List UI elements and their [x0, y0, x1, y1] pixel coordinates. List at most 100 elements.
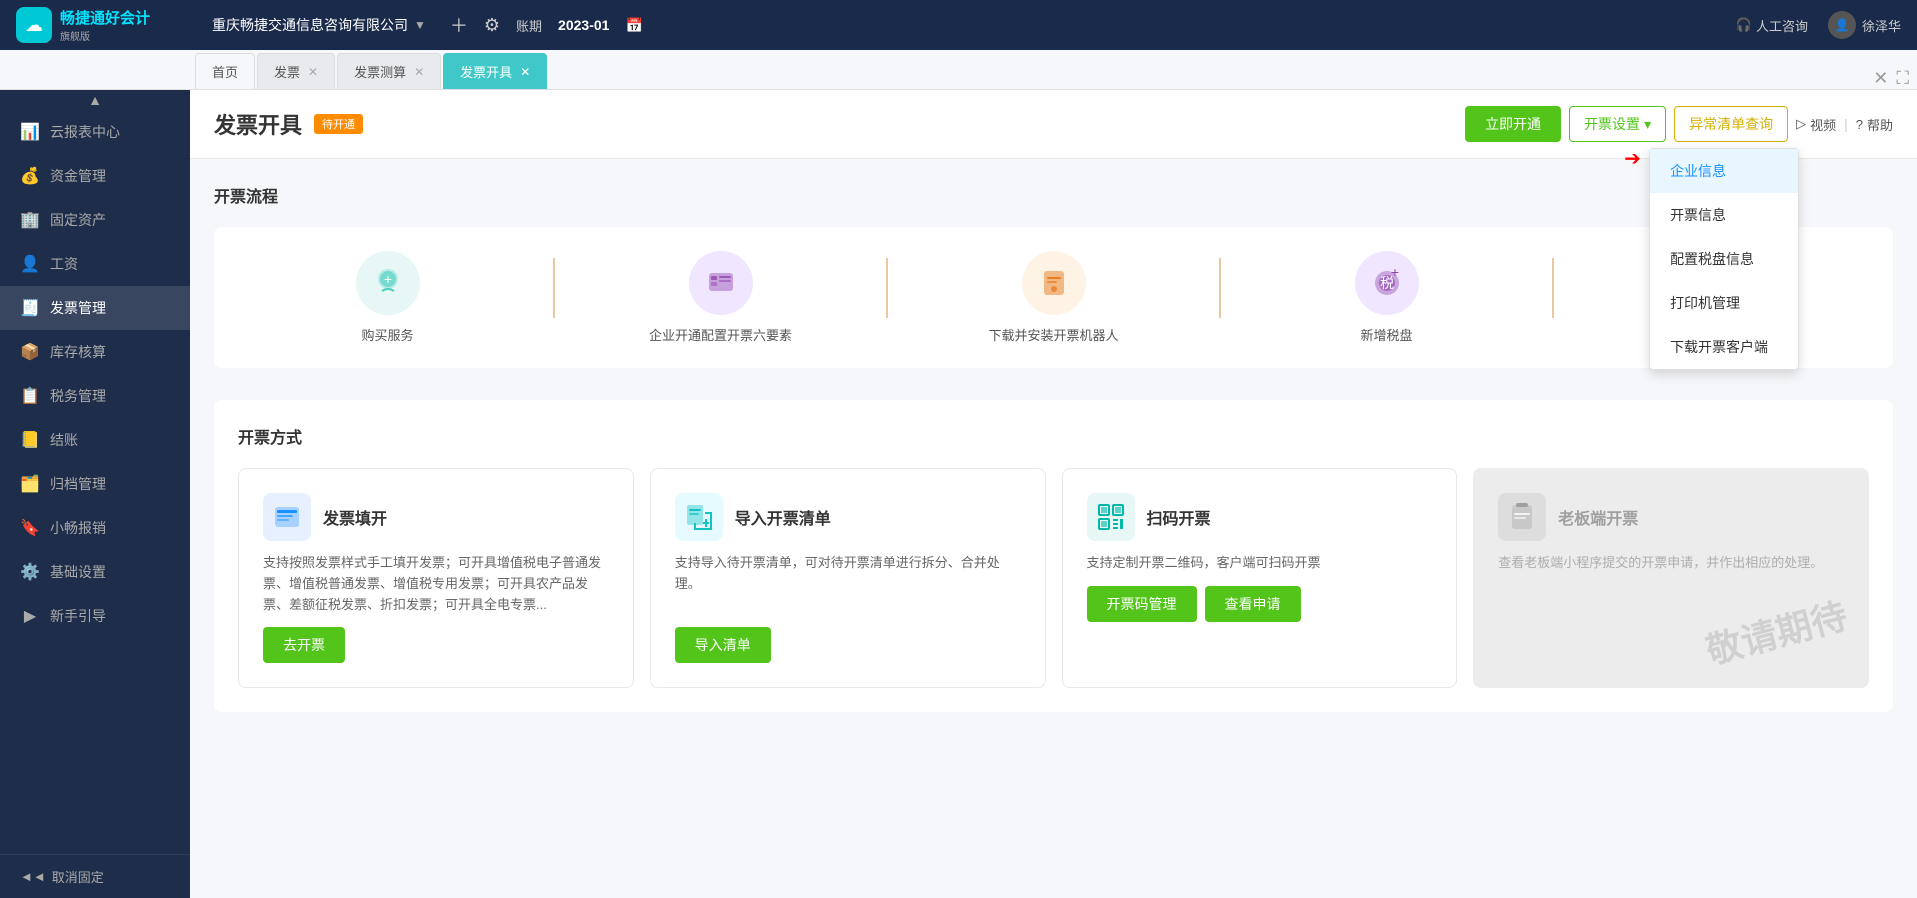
method-card-boss: 老板端开票 查看老板端小程序提交的开票申请，并作出相应的处理。 敬请期待: [1473, 468, 1869, 688]
disk-step-icon: 税 +: [1355, 251, 1419, 315]
add-icon[interactable]: ＋: [450, 12, 468, 38]
import-list-button[interactable]: 导入清单: [675, 627, 771, 663]
cancel-pin-button[interactable]: ◄◄ 取消固定: [0, 855, 190, 898]
method-card-import: 导入开票清单 支持导入待开票清单，可对待开票清单进行拆分、合并处理。 导入清单: [650, 468, 1046, 688]
buy-step-icon: +: [356, 251, 420, 315]
menu-item-company-info[interactable]: 企业信息: [1650, 149, 1798, 193]
page-header: 发票开具 待开通 立即开通 开票设置 ▾ 企业信息 开票信息 配置税盘信息 打印…: [190, 90, 1917, 159]
window-controls: ✕ ⛶: [1873, 68, 1917, 89]
question-icon: ?: [1856, 117, 1863, 132]
activate-button[interactable]: 立即开通: [1465, 106, 1561, 142]
page-title-area: 发票开具 待开通: [214, 108, 363, 156]
payroll-icon: 👤: [20, 254, 40, 274]
accounting-icon: 📒: [20, 430, 40, 450]
method-card-scan-header: 扫码开票: [1087, 493, 1433, 541]
svg-text:+: +: [383, 271, 391, 287]
service-button[interactable]: 🎧 人工咨询: [1736, 16, 1808, 35]
invoice-settings-button[interactable]: 开票设置 ▾: [1569, 106, 1666, 142]
close-window-button[interactable]: ✕: [1873, 68, 1888, 89]
method-card-boss-header: 老板端开票: [1498, 493, 1844, 541]
fill-method-icon: [263, 493, 311, 541]
step-divider-4: [1552, 258, 1554, 318]
main-layout: ▲ 📊 云报表中心 💰 资金管理 🏢 固定资产 👤 工资 🧾 发票管理 📦 库存…: [0, 90, 1917, 898]
expense-icon: 🔖: [20, 518, 40, 538]
tab-bar: 首页 发票 ✕ 发票测算 ✕ 发票开具 ✕ ✕ ⛶: [0, 50, 1917, 90]
sidebar-item-expense[interactable]: 🔖 小畅报销: [0, 506, 190, 550]
calendar-icon[interactable]: 📅: [625, 17, 642, 34]
tab-invoice-calc[interactable]: 发票测算 ✕: [337, 53, 441, 89]
company-selector[interactable]: 重庆畅捷交通信息咨询有限公司 ▼: [212, 15, 426, 35]
status-badge: 待开通: [314, 114, 363, 134]
sidebar-item-funds[interactable]: 💰 资金管理: [0, 154, 190, 198]
settings-dropdown-menu: 企业信息 开票信息 配置税盘信息 打印机管理 下载开票客户端: [1649, 148, 1799, 370]
user-info[interactable]: 👤 徐泽华: [1828, 11, 1901, 39]
sidebar-item-accounting[interactable]: 📒 结账: [0, 418, 190, 462]
right-actions: 🎧 人工咨询 👤 徐泽华: [1736, 11, 1901, 39]
close-tab-invoice[interactable]: ✕: [308, 65, 318, 79]
sidebar-scroll-up[interactable]: ▲: [0, 90, 190, 110]
svg-text:+: +: [1390, 264, 1398, 280]
step-divider-2: [886, 258, 888, 318]
process-section-title: 开票流程: [214, 183, 1893, 207]
red-arrow-icon: ➔: [1624, 146, 1641, 171]
method-card-fill-header: 发票填开: [263, 493, 609, 541]
config-step-icon: [689, 251, 753, 315]
dropdown-arrow-icon: ▼: [414, 18, 426, 32]
play-icon: ▷: [1796, 116, 1806, 132]
assets-icon: 🏢: [20, 210, 40, 230]
scan-buttons: 开票码管理 查看申请: [1087, 586, 1433, 622]
reports-icon: 📊: [20, 122, 40, 142]
divider: |: [1844, 116, 1848, 132]
sidebar-item-archive[interactable]: 🗂️ 归档管理: [0, 462, 190, 506]
video-button[interactable]: ▷ 视频: [1796, 115, 1836, 134]
content-area: 发票开具 待开通 立即开通 开票设置 ▾ 企业信息 开票信息 配置税盘信息 打印…: [190, 90, 1917, 898]
top-bar: ☁ 畅捷通好会计 旗舰版 重庆畅捷交通信息咨询有限公司 ▼ ＋ ⚙ 账期 202…: [0, 0, 1917, 50]
sidebar-item-tax[interactable]: 📋 税务管理: [0, 374, 190, 418]
download-step-icon: [1022, 251, 1086, 315]
process-step-download: 下载并安装开票机器人: [904, 251, 1203, 344]
step-divider-1: [553, 258, 555, 318]
period-value: 2023-01: [558, 17, 609, 33]
view-apply-button[interactable]: 查看申请: [1205, 586, 1301, 622]
tab-invoice[interactable]: 发票 ✕: [257, 53, 335, 89]
sidebar-item-reports[interactable]: 📊 云报表中心: [0, 110, 190, 154]
page-title: 发票开具: [214, 108, 302, 140]
sidebar-item-assets[interactable]: 🏢 固定资产: [0, 198, 190, 242]
close-tab-calc[interactable]: ✕: [414, 65, 424, 79]
exception-list-button[interactable]: 异常清单查询: [1674, 106, 1788, 142]
avatar: 👤: [1828, 11, 1856, 39]
tab-home[interactable]: 首页: [195, 53, 255, 89]
sidebar-bottom: ◄◄ 取消固定: [0, 854, 190, 898]
sidebar-item-guide[interactable]: ▶ 新手引导: [0, 594, 190, 638]
tab-invoice-issue[interactable]: 发票开具 ✕: [443, 53, 547, 89]
menu-item-tax-disk[interactable]: 配置税盘信息: [1650, 237, 1798, 281]
method-card-fill: 发票填开 支持按照发票样式手工填开发票；可开具增值税电子普通发票、增值税普通发票…: [238, 468, 634, 688]
sidebar-item-payroll[interactable]: 👤 工资: [0, 242, 190, 286]
help-button[interactable]: ? 帮助: [1856, 115, 1893, 134]
menu-item-printer[interactable]: 打印机管理: [1650, 281, 1798, 325]
step-divider-3: [1219, 258, 1221, 318]
sidebar-item-inventory[interactable]: 📦 库存核算: [0, 330, 190, 374]
dropdown-caret-icon: ▾: [1644, 116, 1651, 133]
settings-icon[interactable]: ⚙: [484, 15, 500, 36]
sidebar-item-settings[interactable]: ⚙️ 基础设置: [0, 550, 190, 594]
pin-icon: ◄◄: [20, 869, 46, 884]
menu-item-invoice-info[interactable]: 开票信息: [1650, 193, 1798, 237]
archive-icon: 🗂️: [20, 474, 40, 494]
process-step-buy: + 购买服务: [238, 251, 537, 344]
resize-window-button[interactable]: ⛶: [1896, 68, 1909, 89]
process-step-config: 企业开通配置开票六要素: [571, 251, 870, 344]
settings-sidebar-icon: ⚙️: [20, 562, 40, 582]
logo-area: ☁ 畅捷通好会计 旗舰版: [16, 7, 196, 43]
qr-manage-button[interactable]: 开票码管理: [1087, 586, 1197, 622]
sidebar: ▲ 📊 云报表中心 💰 资金管理 🏢 固定资产 👤 工资 🧾 发票管理 📦 库存…: [0, 90, 190, 898]
fill-invoice-button[interactable]: 去开票: [263, 627, 345, 663]
guide-icon: ▶: [20, 606, 40, 626]
menu-item-download[interactable]: 下载开票客户端: [1650, 325, 1798, 369]
headset-icon: 🎧: [1736, 17, 1752, 33]
tax-icon: 📋: [20, 386, 40, 406]
sidebar-item-invoices[interactable]: 🧾 发票管理: [0, 286, 190, 330]
method-section: 开票方式: [214, 400, 1893, 712]
close-tab-issue[interactable]: ✕: [520, 65, 530, 79]
method-section-title: 开票方式: [238, 424, 1869, 448]
